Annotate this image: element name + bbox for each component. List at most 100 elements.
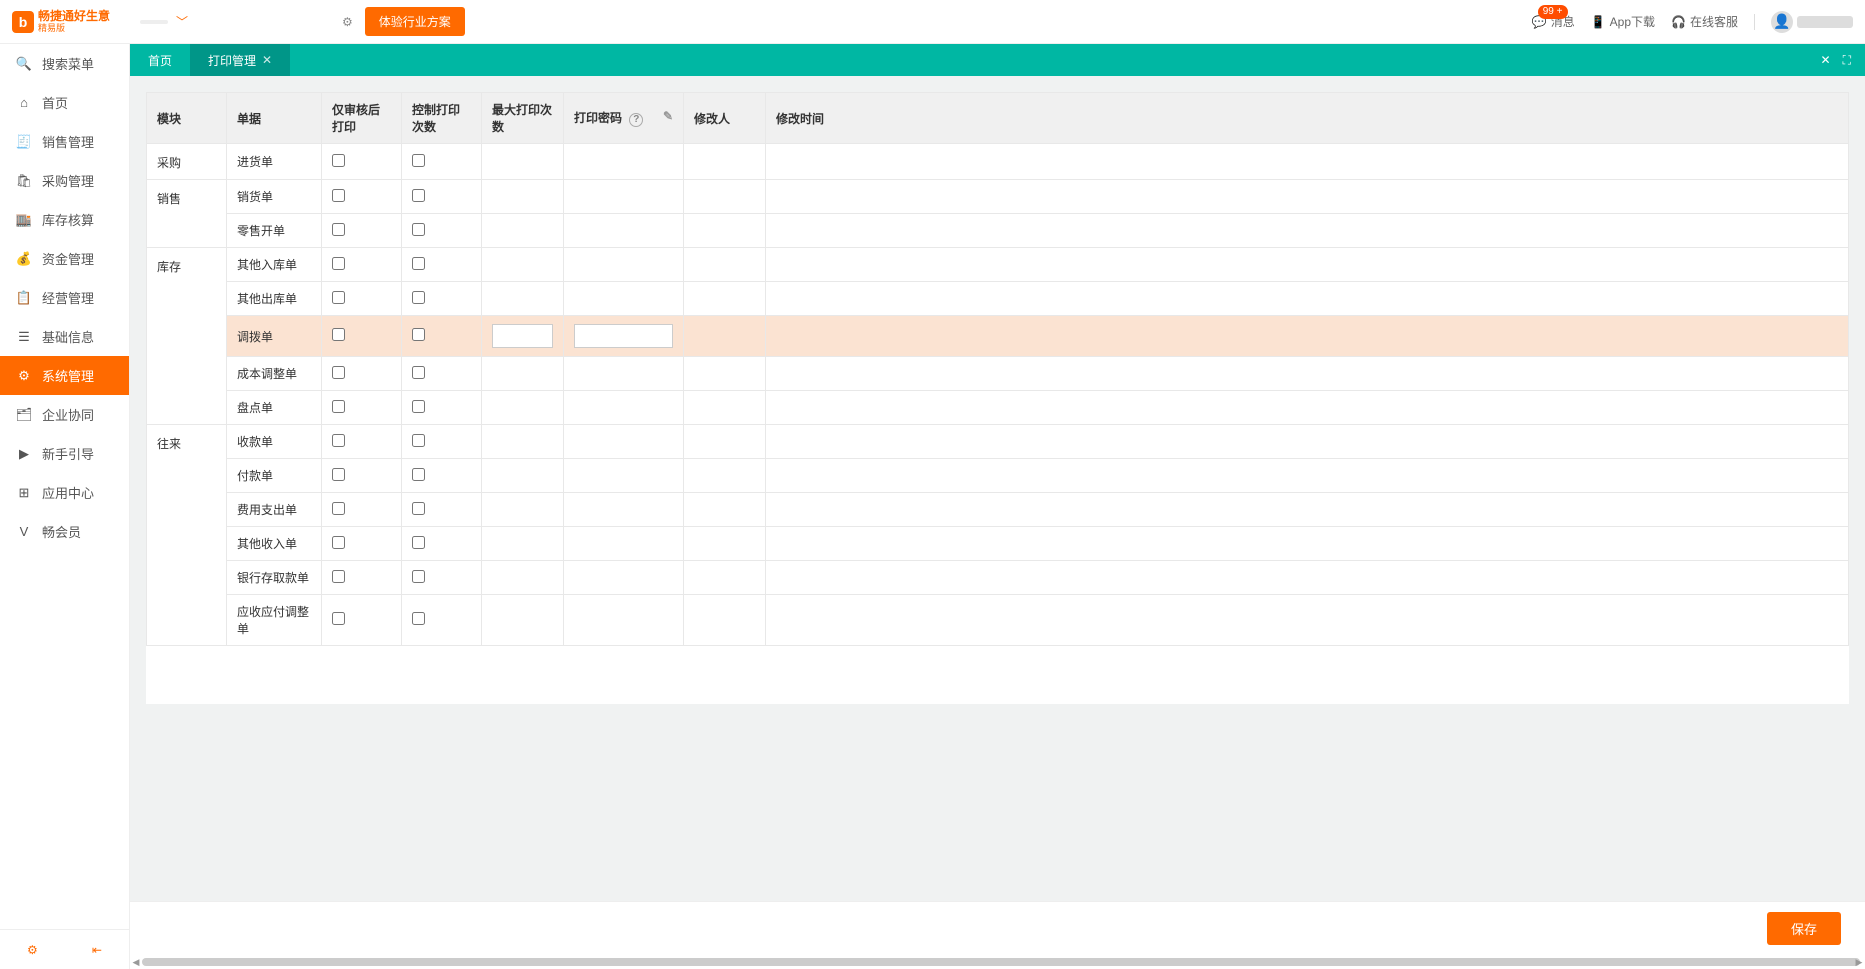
after_audit-checkbox[interactable] (332, 257, 345, 270)
sidebar-item-label: 采购管理 (42, 171, 94, 190)
pwd-input[interactable] (574, 324, 673, 348)
sidebar-item-4[interactable]: 🏬库存核算 (0, 200, 129, 239)
try-industry-button[interactable]: 体验行业方案 (365, 7, 465, 36)
after_audit-checkbox[interactable] (332, 154, 345, 167)
limit-checkbox[interactable] (412, 612, 425, 625)
cell-doc: 盘点单 (227, 391, 322, 425)
limit-checkbox[interactable] (412, 189, 425, 202)
sidebar-item-1[interactable]: ⌂首页 (0, 83, 129, 122)
sidebar-item-label: 库存核算 (42, 210, 94, 229)
chevron-down-icon: ﹀ (176, 13, 188, 30)
cell-limit (402, 144, 482, 180)
sidebar-item-icon: 🧾 (16, 134, 32, 150)
fullscreen-icon[interactable]: ⛶ (1843, 53, 1851, 68)
settings-bottom-icon[interactable]: ⚙ (27, 943, 38, 957)
sidebar-item-5[interactable]: 💰资金管理 (0, 239, 129, 278)
sidebar-item-8[interactable]: ⚙ 系统管理 (0, 356, 129, 395)
sidebar-item-icon: 🔍 (16, 56, 32, 72)
after_audit-checkbox[interactable] (332, 434, 345, 447)
table-row: 其他收入单 (147, 527, 1849, 561)
after_audit-checkbox[interactable] (332, 468, 345, 481)
messages-button[interactable]: 💬 99 + 消息 (1532, 13, 1575, 30)
sidebar-item-9[interactable]: 🗂企业协同 (0, 395, 129, 434)
limit-checkbox[interactable] (412, 434, 425, 447)
close-icon[interactable]: ✕ (262, 53, 272, 67)
header-right: 💬 99 + 消息 📱 App下载 🎧 在线客服 👤 (1532, 11, 1853, 33)
tab-1[interactable]: 打印管理✕ (190, 44, 290, 76)
after_audit-checkbox[interactable] (332, 366, 345, 379)
limit-checkbox[interactable] (412, 570, 425, 583)
scroll-right-arrow-icon[interactable]: ▶ (1853, 955, 1865, 969)
message-badge: 99 + (1538, 5, 1568, 19)
tab-0[interactable]: 首页 (130, 44, 190, 76)
limit-checkbox[interactable] (412, 328, 425, 341)
cell-after_audit (322, 493, 402, 527)
company-select[interactable]: ﹀ (130, 13, 330, 30)
settings-button[interactable]: ⚙ (330, 15, 365, 29)
cell-after_audit (322, 425, 402, 459)
sidebar-item-0[interactable]: 🔍搜索菜单 (0, 44, 129, 83)
online-service-button[interactable]: 🎧 在线客服 (1671, 13, 1738, 30)
cell-limit (402, 248, 482, 282)
footer-bar: 保存 (130, 901, 1865, 955)
limit-checkbox[interactable] (412, 257, 425, 270)
scroll-left-arrow-icon[interactable]: ◀ (130, 955, 142, 969)
cell-limit (402, 527, 482, 561)
cell-pwd (564, 282, 684, 316)
after_audit-checkbox[interactable] (332, 536, 345, 549)
cell-modifier (684, 144, 766, 180)
after_audit-checkbox[interactable] (332, 612, 345, 625)
sidebar-item-icon: ⚙ (16, 368, 32, 384)
cell-doc: 进货单 (227, 144, 322, 180)
after_audit-checkbox[interactable] (332, 189, 345, 202)
cell-max (482, 144, 564, 180)
sidebar-item-12[interactable]: V畅会员 (0, 512, 129, 551)
edit-column-icon[interactable]: ✎ (663, 109, 673, 123)
limit-checkbox[interactable] (412, 502, 425, 515)
scroll-thumb[interactable] (142, 958, 1860, 966)
cell-mtime (766, 595, 1849, 646)
save-button[interactable]: 保存 (1767, 912, 1841, 945)
limit-checkbox[interactable] (412, 536, 425, 549)
user-menu[interactable]: 👤 (1771, 11, 1853, 33)
cell-pwd (564, 425, 684, 459)
cell-pwd (564, 316, 684, 357)
cell-modifier (684, 527, 766, 561)
col-doc: 单据 (227, 93, 322, 144)
after_audit-checkbox[interactable] (332, 328, 345, 341)
after_audit-checkbox[interactable] (332, 223, 345, 236)
after_audit-checkbox[interactable] (332, 570, 345, 583)
sidebar-item-label: 系统管理 (42, 366, 94, 385)
max-input[interactable] (492, 324, 553, 348)
sidebar-item-3[interactable]: 🛍 采购管理 (0, 161, 129, 200)
after_audit-checkbox[interactable] (332, 502, 345, 515)
col-module: 模块 (147, 93, 227, 144)
horizontal-scrollbar[interactable]: ◀ ▶ (130, 955, 1865, 969)
cell-max (482, 357, 564, 391)
sidebar-item-11[interactable]: ⊞应用中心 (0, 473, 129, 512)
sidebar-bottom-toolbar: ⚙ ⇤ (0, 929, 129, 969)
cell-modifier (684, 248, 766, 282)
collapse-sidebar-icon[interactable]: ⇤ (92, 943, 102, 957)
app-download-button[interactable]: 📱 App下载 (1591, 13, 1655, 30)
cell-limit (402, 459, 482, 493)
limit-checkbox[interactable] (412, 400, 425, 413)
sidebar-item-7[interactable]: ☰基础信息 (0, 317, 129, 356)
close-all-tabs-icon[interactable]: ✕ (1821, 53, 1831, 67)
limit-checkbox[interactable] (412, 154, 425, 167)
after_audit-checkbox[interactable] (332, 400, 345, 413)
cell-pwd (564, 180, 684, 214)
limit-checkbox[interactable] (412, 223, 425, 236)
limit-checkbox[interactable] (412, 366, 425, 379)
sidebar-item-6[interactable]: 📋经营管理 (0, 278, 129, 317)
sidebar-item-10[interactable]: ▶新手引导 (0, 434, 129, 473)
after_audit-checkbox[interactable] (332, 291, 345, 304)
sidebar-item-2[interactable]: 🧾销售管理 (0, 122, 129, 161)
cell-doc: 付款单 (227, 459, 322, 493)
limit-checkbox[interactable] (412, 291, 425, 304)
sidebar-item-label: 基础信息 (42, 327, 94, 346)
help-icon[interactable]: ? (629, 113, 643, 127)
sidebar-item-icon: 🛍 (16, 173, 32, 189)
cell-doc: 调拨单 (227, 316, 322, 357)
limit-checkbox[interactable] (412, 468, 425, 481)
